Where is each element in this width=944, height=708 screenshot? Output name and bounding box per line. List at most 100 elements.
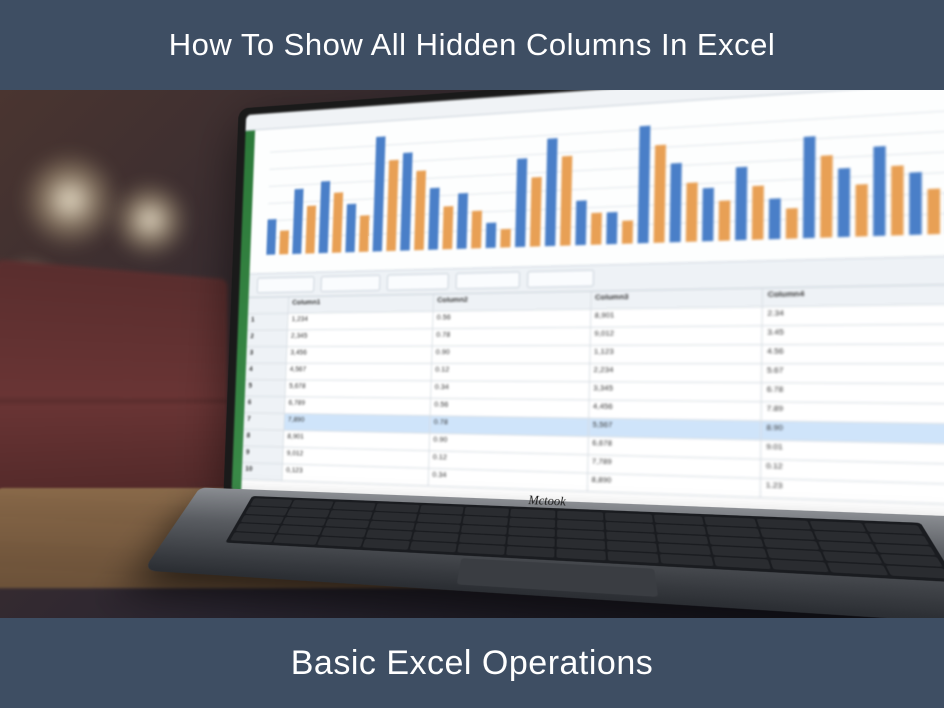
chart-bar (769, 198, 781, 239)
keyboard-key (606, 522, 655, 532)
keyboard-key (287, 508, 331, 517)
chart-bar (266, 219, 276, 255)
chart-bar (486, 223, 497, 248)
keyboard-key (462, 516, 508, 526)
keyboard-key (363, 539, 410, 550)
sidebar-item (242, 334, 243, 350)
cell: 2,345 (287, 329, 433, 347)
chart-bar (457, 193, 468, 249)
keyboard-key (707, 526, 760, 537)
keyboard-key (317, 537, 363, 548)
keyboard-key (770, 560, 829, 573)
keyboard-key (278, 525, 323, 535)
chart-bar (752, 186, 764, 240)
bottom-banner: Basic Excel Operations (0, 618, 944, 708)
cell: 0.12 (431, 364, 590, 382)
chart-bar (442, 206, 453, 250)
laptop-screen: Column1Column2Column3Column4Column511,23… (232, 90, 944, 520)
chart-bar (686, 182, 698, 242)
chart-bar (820, 155, 832, 238)
keyboard-key (557, 511, 603, 521)
row-header: 4 (245, 364, 286, 381)
sidebar-item (246, 215, 247, 231)
keyboard-key (417, 514, 462, 524)
chart-bar (654, 144, 667, 243)
keyboard-key (654, 515, 704, 525)
column-header: Column1 (288, 295, 433, 314)
chart-bar (638, 126, 651, 244)
keyboard-key (869, 533, 929, 545)
hero-image: Column1Column2Column3Column4Column511,23… (0, 90, 944, 618)
keyboard-key (605, 513, 653, 523)
cell: 0.56 (433, 310, 591, 329)
sidebar-item (244, 274, 245, 290)
chart-bar (305, 206, 316, 254)
keyboard-key (506, 546, 554, 557)
chart-bar (838, 168, 850, 237)
chart-bar (515, 158, 527, 247)
keyboard-key (557, 520, 604, 530)
cell: 6.78 (762, 383, 944, 404)
keyboard-key (333, 502, 376, 511)
chart-bar (471, 211, 482, 249)
tab-button (527, 270, 594, 288)
chart-bar (428, 188, 439, 250)
chart-bar (718, 200, 730, 241)
sidebar-item (241, 355, 242, 371)
cell: 8,890 (587, 474, 761, 499)
top-title: How To Show All Hidden Columns In Excel (169, 27, 776, 63)
tab-button (456, 271, 520, 289)
row-header: 7 (244, 413, 285, 430)
cell: 8,901 (591, 307, 764, 327)
bokeh-light (110, 180, 190, 260)
keyboard-key (325, 519, 370, 529)
chart-bar (591, 212, 602, 245)
tab-button (257, 276, 315, 293)
keyboard-key (809, 521, 866, 532)
laptop: Column1Column2Column3Column4Column511,23… (187, 90, 944, 618)
bokeh-light (20, 150, 120, 250)
row-header: 2 (247, 330, 288, 347)
cell: 2,234 (590, 364, 763, 383)
keyboard-key (241, 515, 285, 524)
cell: 0.90 (432, 346, 590, 364)
cell: 4,567 (286, 364, 432, 382)
keyboard-key (509, 518, 555, 528)
cell: 1.23 (761, 479, 944, 505)
chart-bar (873, 146, 886, 237)
chart-bar (803, 136, 816, 239)
chart-bar (622, 220, 633, 244)
cell: 0.34 (428, 469, 587, 492)
row-header: 10 (242, 463, 283, 481)
keyboard-key (375, 503, 419, 512)
row-header: 8 (243, 430, 284, 448)
sidebar-item (239, 415, 240, 432)
chart-bar (735, 166, 747, 240)
cell: 4.56 (763, 345, 944, 365)
cell: 0.78 (432, 328, 590, 347)
keyboard-key (273, 535, 319, 545)
keyboard-key (291, 500, 334, 509)
chart-bar (292, 188, 303, 254)
cell: 3,345 (589, 382, 762, 402)
chart-bar (786, 208, 798, 238)
keyboard-key (245, 506, 288, 515)
chart-bar (891, 165, 904, 235)
sidebar-item (247, 195, 248, 211)
chart-bar (373, 136, 386, 252)
keyboard-key (419, 505, 463, 514)
keyboard-key (704, 517, 756, 527)
keyboard-key (464, 507, 509, 516)
bottom-title: Basic Excel Operations (291, 644, 654, 683)
column-header: Column2 (433, 292, 591, 312)
keyboard-key (282, 517, 326, 527)
sidebar-item (246, 235, 247, 251)
keyboard-key (656, 524, 707, 535)
chart-bar (345, 204, 356, 253)
laptop-brand-label: Mctook (528, 492, 566, 510)
cell: 3.45 (763, 325, 944, 346)
sidebar-item (245, 255, 246, 271)
cell: 5.67 (762, 364, 944, 384)
chart-bar (359, 215, 370, 252)
chart-bar (332, 192, 343, 252)
